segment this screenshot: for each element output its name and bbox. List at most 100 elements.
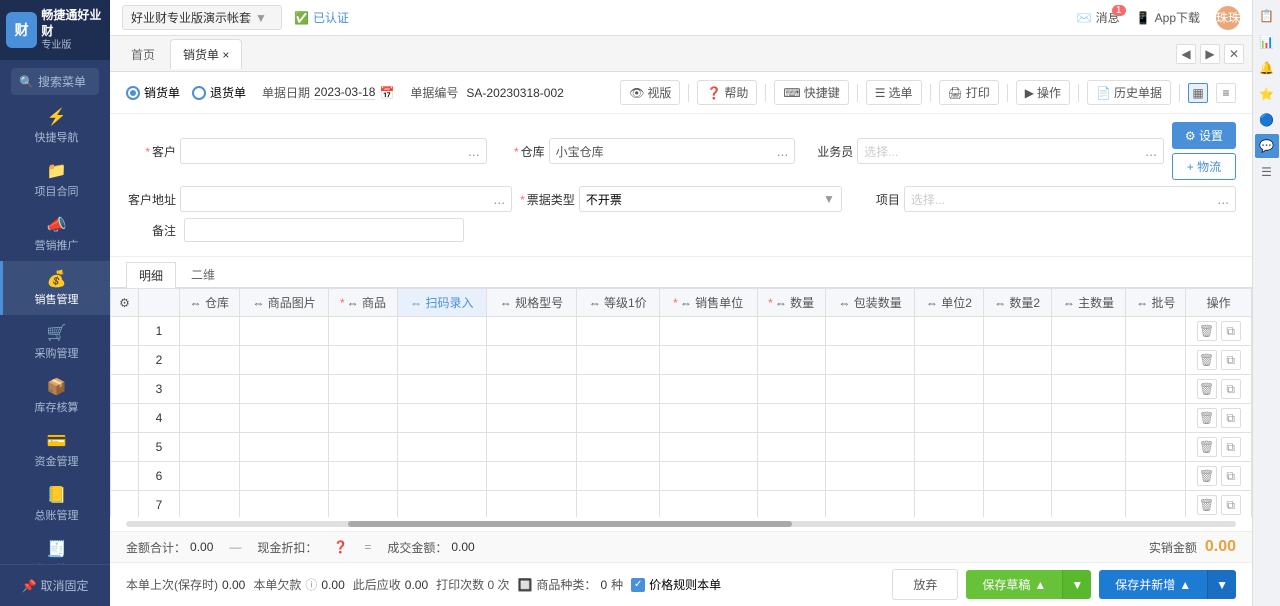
row-unit2-7[interactable] [915, 491, 983, 518]
col-price[interactable]: ⇔ 等级1价 [576, 289, 659, 317]
col-pkg-qty[interactable]: ⇔ 包装数量 [825, 289, 915, 317]
note-input[interactable] [184, 218, 464, 242]
row-unit2-4[interactable] [915, 404, 983, 433]
row-pkg-qty-6[interactable] [825, 462, 915, 491]
row-main-qty-4[interactable] [1051, 404, 1126, 433]
sidebar-item-invoice[interactable]: 🧾 发票管理 [0, 531, 110, 564]
row-scan-2[interactable] [397, 346, 487, 375]
logistics-btn[interactable]: + 物流 [1172, 153, 1236, 180]
salesperson-dots[interactable]: ... [1145, 143, 1157, 159]
col-batch[interactable]: ⇔ 批号 [1126, 289, 1186, 317]
calendar-icon[interactable]: 📅 [379, 86, 394, 100]
tab-close-btn[interactable]: ✕ [1224, 44, 1244, 64]
row-main-qty-5[interactable] [1051, 433, 1126, 462]
warehouse-dots[interactable]: ... [777, 143, 789, 159]
row-qty2-3[interactable] [983, 375, 1051, 404]
row-price-6[interactable] [576, 462, 659, 491]
row-img-6[interactable] [239, 462, 329, 491]
sidebar-item-marketing[interactable]: 📣 营销推广 [0, 207, 110, 261]
row-qty2-4[interactable] [983, 404, 1051, 433]
row-main-qty-3[interactable] [1051, 375, 1126, 404]
row-warehouse-4[interactable] [179, 404, 239, 433]
row-pkg-qty-1[interactable] [825, 317, 915, 346]
sidebar-item-inventory[interactable]: 📦 库存核算 [0, 369, 110, 423]
row-img-7[interactable] [239, 491, 329, 518]
row-product-3[interactable] [329, 375, 397, 404]
address-dots[interactable]: ... [493, 191, 505, 207]
row-warehouse-1[interactable] [179, 317, 239, 346]
row-batch-1[interactable] [1126, 317, 1186, 346]
row-unit2-6[interactable] [915, 462, 983, 491]
row-price-7[interactable] [576, 491, 659, 518]
rp-btn-6[interactable]: 💬 [1255, 134, 1279, 158]
row-copy-1[interactable]: ⧉ [1221, 321, 1241, 341]
row-img-4[interactable] [239, 404, 329, 433]
invoice-select[interactable]: 不开票 ▼ [579, 186, 842, 212]
tab-2d[interactable]: 二维 [178, 261, 228, 287]
row-product-1[interactable] [329, 317, 397, 346]
settings-btn[interactable]: ⚙ 设置 [1172, 122, 1236, 149]
message-btn[interactable]: ✉️ 消息 1 [1077, 9, 1120, 26]
row-price-3[interactable] [576, 375, 659, 404]
row-scan-6[interactable] [397, 462, 487, 491]
row-spec-7[interactable] [487, 491, 577, 518]
row-qty2-2[interactable] [983, 346, 1051, 375]
rp-btn-4[interactable]: ⭐ [1255, 82, 1279, 106]
col-warehouse[interactable]: ⇔ 仓库 [179, 289, 239, 317]
row-unit-4[interactable] [659, 404, 757, 433]
row-delete-3[interactable]: 🗑 [1197, 379, 1217, 399]
row-qty-2[interactable] [757, 346, 825, 375]
row-batch-2[interactable] [1126, 346, 1186, 375]
tab-next-btn[interactable]: ▶ [1200, 44, 1220, 64]
project-dots[interactable]: ... [1217, 191, 1229, 207]
row-qty-1[interactable] [757, 317, 825, 346]
row-delete-1[interactable]: 🗑 [1197, 321, 1217, 341]
row-qty2-5[interactable] [983, 433, 1051, 462]
print-btn[interactable]: 🖨 打印 [939, 80, 999, 105]
row-scan-1[interactable] [397, 317, 487, 346]
row-unit2-1[interactable] [915, 317, 983, 346]
row-product-6[interactable] [329, 462, 397, 491]
row-copy-3[interactable]: ⧉ [1221, 379, 1241, 399]
sidebar-item-sales[interactable]: 💰 销售管理 [0, 261, 110, 315]
col-product-img[interactable]: ⇔ 商品图片 [239, 289, 329, 317]
view-btn[interactable]: 👁 视版 [620, 80, 680, 105]
row-qty-4[interactable] [757, 404, 825, 433]
col-unit2[interactable]: ⇔ 单位2 [915, 289, 983, 317]
row-product-4[interactable] [329, 404, 397, 433]
row-warehouse-2[interactable] [179, 346, 239, 375]
row-unit-5[interactable] [659, 433, 757, 462]
row-batch-6[interactable] [1126, 462, 1186, 491]
row-qty-6[interactable] [757, 462, 825, 491]
row-product-7[interactable] [329, 491, 397, 518]
col-product[interactable]: ⇔ 商品 [329, 289, 397, 317]
view-toggle-list[interactable]: ≡ [1216, 83, 1236, 103]
sidebar-item-purchase[interactable]: 🛒 采购管理 [0, 315, 110, 369]
sale-radio[interactable]: 销货单 [126, 84, 180, 101]
row-delete-7[interactable]: 🗑 [1197, 495, 1217, 515]
row-img-3[interactable] [239, 375, 329, 404]
row-warehouse-7[interactable] [179, 491, 239, 518]
row-batch-7[interactable] [1126, 491, 1186, 518]
sidebar-item-capital[interactable]: 💳 资金管理 [0, 423, 110, 477]
row-qty2-6[interactable] [983, 462, 1051, 491]
view-toggle-grid[interactable]: ▦ [1188, 83, 1208, 103]
project-input[interactable]: 选择... ... [904, 186, 1236, 212]
tab-home[interactable]: 首页 [118, 39, 168, 69]
tab-prev-btn[interactable]: ◀ [1176, 44, 1196, 64]
col-settings[interactable]: ⚙ [111, 289, 139, 317]
row-main-qty-7[interactable] [1051, 491, 1126, 518]
row-scan-5[interactable] [397, 433, 487, 462]
user-avatar[interactable]: 珠珠 [1216, 6, 1240, 30]
row-main-qty-2[interactable] [1051, 346, 1126, 375]
company-selector[interactable]: 好业财专业版演示帐套 ▼ [122, 5, 282, 30]
rp-btn-5[interactable]: 🔵 [1255, 108, 1279, 132]
rp-btn-7[interactable]: ☰ [1255, 160, 1279, 184]
scrollbar-thumb[interactable] [348, 521, 792, 527]
row-batch-4[interactable] [1126, 404, 1186, 433]
row-scan-3[interactable] [397, 375, 487, 404]
row-qty2-1[interactable] [983, 317, 1051, 346]
row-delete-6[interactable]: 🗑 [1197, 466, 1217, 486]
row-copy-4[interactable]: ⧉ [1221, 408, 1241, 428]
date-value[interactable]: 2023-03-18 [314, 85, 375, 100]
